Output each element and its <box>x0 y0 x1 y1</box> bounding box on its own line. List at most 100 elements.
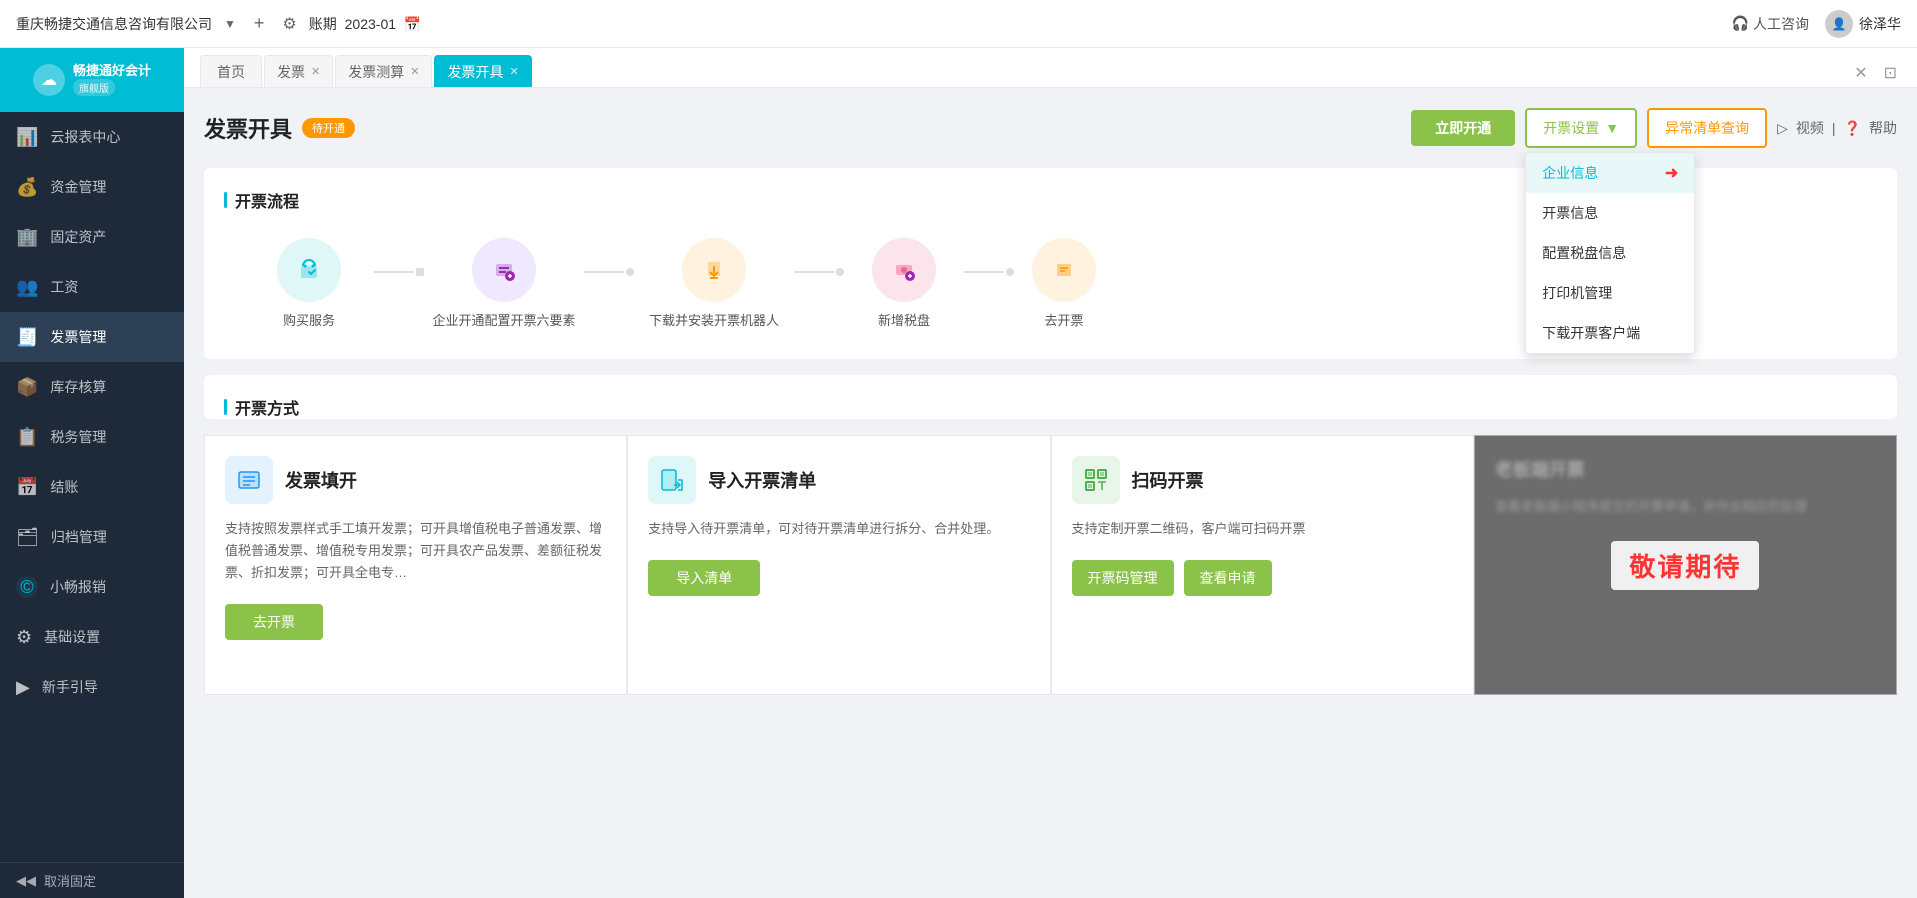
sidebar-logo: ☁ 畅捷通好会计 旗舰版 <box>0 48 184 112</box>
help-section: ▷ 视频 | ❓ 帮助 <box>1777 118 1897 138</box>
company-name[interactable]: 重庆畅捷交通信息咨询有限公司 <box>16 14 212 34</box>
tabs-bar: 首页 发票 ✕ 发票测算 ✕ 发票开具 ✕ ✕ ⊡ <box>184 48 1917 88</box>
period-label: 账期 2023-01 📅 <box>309 14 422 34</box>
sidebar-item-guding[interactable]: 🏢 固定资产 <box>0 212 184 262</box>
settings-chevron-icon: ▼ <box>1605 120 1619 136</box>
import-title: 导入开票清单 <box>708 467 816 493</box>
sidebar-item-xinshouyindao[interactable]: ▶ 新手引导 <box>0 662 184 712</box>
methods-grid: 发票填开 支持按照发票样式手工填开发票；可开具增值税电子普通发票、增值税普通发票… <box>204 435 1897 695</box>
settings-button[interactable]: 开票设置 ▼ <box>1525 108 1637 148</box>
import-button[interactable]: 导入清单 <box>648 560 760 596</box>
boss-status: 敬请期待 <box>1611 541 1759 590</box>
query-button[interactable]: 异常清单查询 <box>1647 108 1767 148</box>
method-scan: 扫码开票 支持定制开票二维码，客户端可扫码开票 开票码管理 查看申请 <box>1051 435 1474 695</box>
flow-arrow-4 <box>964 268 1014 276</box>
import-desc: 支持导入待开票清单，可对待开票清单进行拆分、合并处理。 <box>648 518 1029 540</box>
settings-dropdown: 企业信息 ➜ 开票信息 配置税盘信息 打印机管理 <box>1525 152 1695 354</box>
guidang-icon: 🗂 <box>16 527 39 548</box>
page-title: 发票开具 <box>204 112 292 144</box>
page-header: 发票开具 待开通 立即开通 开票设置 ▼ <box>204 108 1897 148</box>
jiezhang-icon: 📅 <box>16 477 38 498</box>
flow-step-download: 下载并安装开票机器人 <box>634 238 794 329</box>
activate-button[interactable]: 立即开通 <box>1411 110 1515 146</box>
methods-header: 开票方式 <box>204 375 1897 419</box>
status-badge: 待开通 <box>302 118 355 138</box>
tab-close-button[interactable]: ✕ <box>1850 59 1871 87</box>
tab-cesuan-close[interactable]: ✕ <box>410 65 419 78</box>
sidebar-item-yunbao[interactable]: 📊 云报表中心 <box>0 112 184 162</box>
tab-expand-button[interactable]: ⊡ <box>1880 59 1901 87</box>
tab-kaiju-close[interactable]: ✕ <box>509 65 518 78</box>
calendar-icon[interactable]: 📅 <box>404 16 421 32</box>
logo-text: 畅捷通好会计 <box>73 63 151 79</box>
dropdown-item-invoice-info[interactable]: 开票信息 <box>1526 193 1694 233</box>
tab-home[interactable]: 首页 <box>200 55 262 87</box>
sidebar-item-shuiwu[interactable]: 📋 税务管理 <box>0 412 184 462</box>
settings-dropdown-container: 开票设置 ▼ 企业信息 ➜ 开票信息 <box>1525 108 1637 148</box>
tab-cesuan[interactable]: 发票测算 ✕ <box>335 55 432 87</box>
sidebar-collapse[interactable]: ◀◀ 取消固定 <box>0 862 184 898</box>
tab-kaiju[interactable]: 发票开具 ✕ <box>434 55 531 87</box>
flow-step-go-invoice: 去开票 <box>1014 238 1114 329</box>
collapse-icon: ◀◀ <box>16 873 36 889</box>
flow-section-title: 开票流程 <box>235 188 299 212</box>
yunbao-icon: 📊 <box>16 127 38 148</box>
user-menu[interactable]: 👤 徐泽华 <box>1825 10 1901 38</box>
methods-section: 开票方式 发票填开 支持按照发票样式手工填开发票；可开具增值税电子普通发票、增值… <box>204 375 1897 695</box>
help-btn[interactable]: 帮助 <box>1869 118 1897 138</box>
add-company-icon[interactable]: + <box>248 11 271 36</box>
dropdown-item-download[interactable]: 下载开票客户端 <box>1526 313 1694 353</box>
scan-desc: 支持定制开票二维码，客户端可扫码开票 <box>1072 518 1453 540</box>
sidebar-item-gongzi[interactable]: 👥 工资 <box>0 262 184 312</box>
scan-qr-button[interactable]: 开票码管理 <box>1072 560 1174 596</box>
xiaochang-icon: © <box>16 576 38 598</box>
method-import: 导入开票清单 支持导入待开票清单，可对待开票清单进行拆分、合并处理。 导入清单 <box>627 435 1050 695</box>
method-boss: 老板端开票 查看老板端小程序提交的开票申请，并作出相应的处理 敬请期待 <box>1474 435 1897 695</box>
red-arrow-icon: ➜ <box>1665 163 1678 183</box>
sidebar-item-fapiao[interactable]: 🧾 发票管理 <box>0 312 184 362</box>
flow-step-newtaxdisk: 新增税盘 <box>844 238 964 329</box>
methods-section-title: 开票方式 <box>235 395 299 419</box>
disabled-overlay: 敬请期待 <box>1475 436 1896 694</box>
tab-fapiao[interactable]: 发票 ✕ <box>264 55 333 87</box>
scan-title: 扫码开票 <box>1132 467 1204 493</box>
video-btn[interactable]: 视频 <box>1796 118 1824 138</box>
scan-icon <box>1072 456 1120 504</box>
question-icon: ❓ <box>1844 120 1861 137</box>
fapiao-icon: 🧾 <box>16 327 38 348</box>
sidebar-item-jichushezhi[interactable]: ⚙ 基础设置 <box>0 612 184 662</box>
content-area: 首页 发票 ✕ 发票测算 ✕ 发票开具 ✕ ✕ ⊡ <box>184 48 1917 898</box>
fill-go-button[interactable]: 去开票 <box>225 604 323 640</box>
chevron-down-icon[interactable]: ▼ <box>224 17 236 31</box>
zijin-icon: 💰 <box>16 177 38 198</box>
settings-icon[interactable]: ⚙ <box>282 14 296 34</box>
sidebar-nav: 📊 云报表中心 💰 资金管理 🏢 固定资产 👥 工资 🧾 发票管理 📦 <box>0 112 184 862</box>
headset-icon: 🎧 <box>1732 15 1749 32</box>
top-bar: 重庆畅捷交通信息咨询有限公司 ▼ + ⚙ 账期 2023-01 📅 🎧 人工咨询… <box>0 0 1917 48</box>
fill-icon <box>225 456 273 504</box>
fill-desc: 支持按照发票样式手工填开发票；可开具增值税电子普通发票、增值税普通发票、增值税专… <box>225 518 606 584</box>
shuiwu-icon: 📋 <box>16 427 38 448</box>
avatar: 👤 <box>1825 10 1853 38</box>
sidebar-item-xiaochang[interactable]: © 小畅报销 <box>0 562 184 612</box>
sidebar-item-jiezhang[interactable]: 📅 结账 <box>0 462 184 512</box>
tab-fapiao-close[interactable]: ✕ <box>311 65 320 78</box>
xinshouyindao-icon: ▶ <box>16 677 30 698</box>
dropdown-item-enterprise[interactable]: 企业信息 ➜ <box>1526 153 1694 193</box>
dropdown-item-taxdisk[interactable]: 配置税盘信息 <box>1526 233 1694 273</box>
page-content: 发票开具 待开通 立即开通 开票设置 ▼ <box>184 88 1917 898</box>
sidebar: ☁ 畅捷通好会计 旗舰版 📊 云报表中心 💰 资金管理 🏢 固定资产 <box>0 48 184 898</box>
sidebar-item-guidang[interactable]: 🗂 归档管理 <box>0 512 184 562</box>
sidebar-item-kucun[interactable]: 📦 库存核算 <box>0 362 184 412</box>
dropdown-item-printer[interactable]: 打印机管理 <box>1526 273 1694 313</box>
kucun-icon: 📦 <box>16 377 38 398</box>
page-actions: 立即开通 开票设置 ▼ 企业信息 ➜ <box>1411 108 1897 148</box>
scan-apply-button[interactable]: 查看申请 <box>1184 560 1272 596</box>
logo-badge: 旗舰版 <box>73 79 115 96</box>
flow-arrow-3 <box>794 268 844 276</box>
method-fill: 发票填开 支持按照发票样式手工填开发票；可开具增值税电子普通发票、增值税普通发票… <box>204 435 627 695</box>
play-icon: ▷ <box>1777 120 1788 137</box>
support-button[interactable]: 🎧 人工咨询 <box>1732 14 1809 34</box>
sidebar-item-zijin[interactable]: 💰 资金管理 <box>0 162 184 212</box>
gongzi-icon: 👥 <box>16 277 38 298</box>
